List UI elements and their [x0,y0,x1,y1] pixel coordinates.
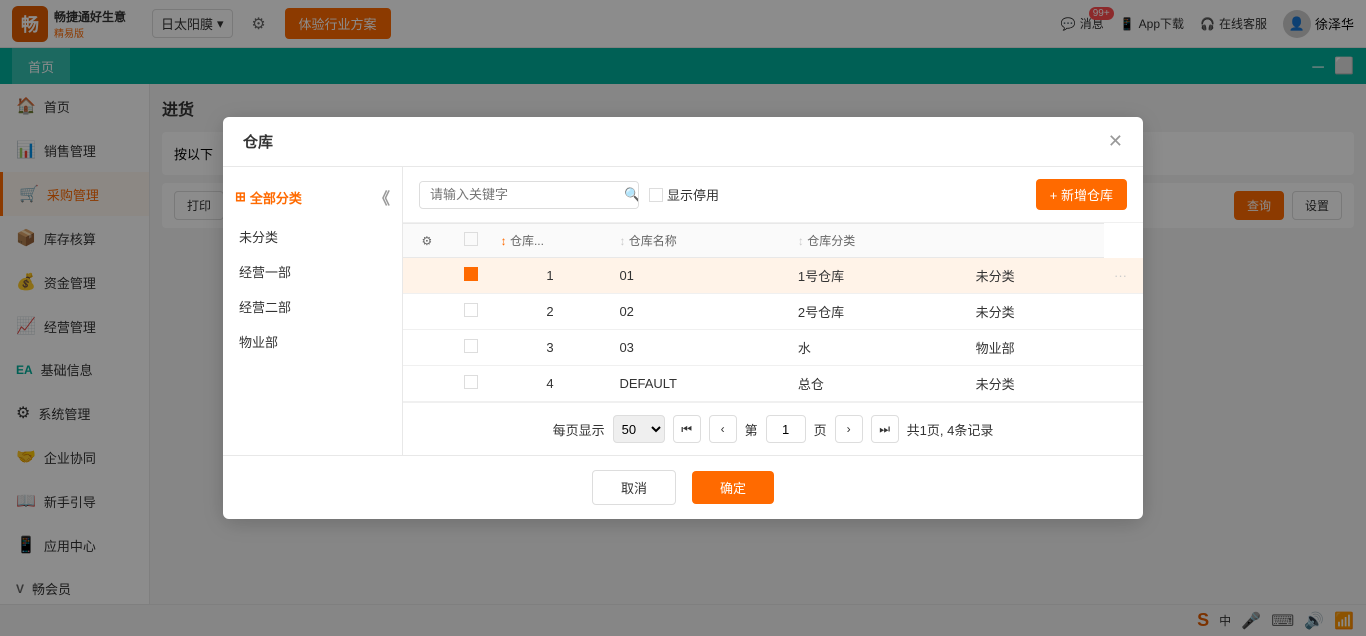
row-code-cell: 01 [609,258,787,294]
row-code-cell: 02 [609,294,787,330]
table-row[interactable]: 2 02 2号仓库 未分类 [403,294,1143,330]
row-settings-cell [403,294,451,330]
modal-close-button[interactable]: ✕ [1108,131,1123,152]
page-label: 第 [745,420,758,439]
row-num-cell: 4 [491,366,610,402]
page-unit: 页 [814,420,827,439]
table-header-row: ⚙ ↕ 仓库... ↕ 仓库名称 [403,224,1143,258]
modal-toolbar: 🔍 显示停用 + 新增仓库 [403,167,1143,223]
show-disabled-toggle[interactable]: 显示停用 [649,185,719,204]
warehouse-table: ⚙ ↕ 仓库... ↕ 仓库名称 [403,223,1143,402]
modal-body: ⊞ 全部分类 《 未分类 经营一部 经营二部 物业部 🔍 [223,167,1143,455]
row-cat-cell: 未分类 [966,366,1104,402]
row-settings-cell [403,330,451,366]
modal-overlay[interactable]: 仓库 ✕ ⊞ 全部分类 《 未分类 经营一部 经营二部 物业部 [0,0,1366,636]
category-header-label: 全部分类 [250,188,302,207]
total-info: 共1页, 4条记录 [907,420,994,439]
row-checkbox[interactable] [464,375,478,389]
row-num-cell: 3 [491,330,610,366]
category-item-unclassified[interactable]: 未分类 [223,219,402,254]
row-code-cell: 03 [609,330,787,366]
pagination: 每页显示 50 10 20 100 ⏮ ‹ 第 页 › ⏭ 共1页, 4条记录 [403,402,1143,455]
category-item-dept1[interactable]: 经营一部 [223,254,402,289]
page-size-label: 每页显示 [553,420,605,439]
col-header-code: ↕ 仓库... [491,224,610,258]
search-button[interactable]: 🔍 [616,182,639,208]
row-more-cell [1104,330,1143,366]
col-header-settings: ⚙ [403,224,451,258]
row-name-cell: 2号仓库 [788,294,966,330]
category-header: ⊞ 全部分类 《 [223,179,402,219]
row-check-cell [451,258,491,294]
collapse-icon[interactable]: 《 [374,185,390,209]
row-check-cell [451,366,491,402]
row-check-cell [451,294,491,330]
row-cat-cell: 未分类 [966,258,1104,294]
row-cat-cell: 未分类 [966,294,1104,330]
cancel-button[interactable]: 取消 [592,470,676,505]
row-check-cell [451,330,491,366]
row-cat-cell: 物业部 [966,330,1104,366]
page-size-select[interactable]: 50 10 20 100 [613,415,665,443]
show-disabled-label: 显示停用 [667,185,719,204]
col-header-checkbox [451,224,491,258]
row-checkbox[interactable] [464,339,478,353]
modal-footer: 取消 确定 [223,455,1143,519]
col-header-category: ↕ 仓库分类 [788,224,966,258]
row-name-cell: 1号仓库 [788,258,966,294]
last-page-button[interactable]: ⏭ [871,415,899,443]
row-settings-cell [403,258,451,294]
table-row[interactable]: 4 DEFAULT 总仓 未分类 [403,366,1143,402]
first-page-button[interactable]: ⏮ [673,415,701,443]
row-settings-cell [403,366,451,402]
next-page-button[interactable]: › [835,415,863,443]
modal-header: 仓库 ✕ [223,117,1143,167]
row-more-cell [1104,294,1143,330]
col-header-name: ↕ 仓库名称 [609,224,787,258]
modal-title: 仓库 [243,131,273,152]
modal-left-panel: ⊞ 全部分类 《 未分类 经营一部 经营二部 物业部 [223,167,403,455]
col-header-extra [966,224,1104,258]
select-all-checkbox[interactable] [464,232,478,246]
warehouse-modal: 仓库 ✕ ⊞ 全部分类 《 未分类 经营一部 经营二部 物业部 [223,117,1143,519]
row-more-cell: ··· [1104,258,1143,294]
row-num-cell: 1 [491,258,610,294]
show-disabled-checkbox[interactable] [649,188,663,202]
modal-right-panel: 🔍 显示停用 + 新增仓库 ⚙ [403,167,1143,455]
add-warehouse-button[interactable]: + 新增仓库 [1036,179,1127,210]
table-row[interactable]: 3 03 水 物业部 [403,330,1143,366]
row-more-cell [1104,366,1143,402]
row-checkbox[interactable] [464,303,478,317]
table-row[interactable]: 1 01 1号仓库 未分类 ··· [403,258,1143,294]
row-num-cell: 2 [491,294,610,330]
sort-icon: ↕ [501,234,507,248]
row-name-cell: 总仓 [788,366,966,402]
warehouse-table-wrap: ⚙ ↕ 仓库... ↕ 仓库名称 [403,223,1143,402]
page-number-input[interactable] [766,415,806,443]
row-code-cell: DEFAULT [609,366,787,402]
sort-cat-icon: ↕ [798,234,804,248]
search-box: 🔍 [419,181,639,209]
sort-name-icon: ↕ [619,234,625,248]
row-checkbox[interactable] [464,267,478,281]
prev-page-button[interactable]: ‹ [709,415,737,443]
category-item-property[interactable]: 物业部 [223,324,402,359]
search-input[interactable] [420,182,616,207]
row-name-cell: 水 [788,330,966,366]
grid-icon: ⊞ [235,189,246,205]
category-item-dept2[interactable]: 经营二部 [223,289,402,324]
confirm-button[interactable]: 确定 [692,471,774,504]
